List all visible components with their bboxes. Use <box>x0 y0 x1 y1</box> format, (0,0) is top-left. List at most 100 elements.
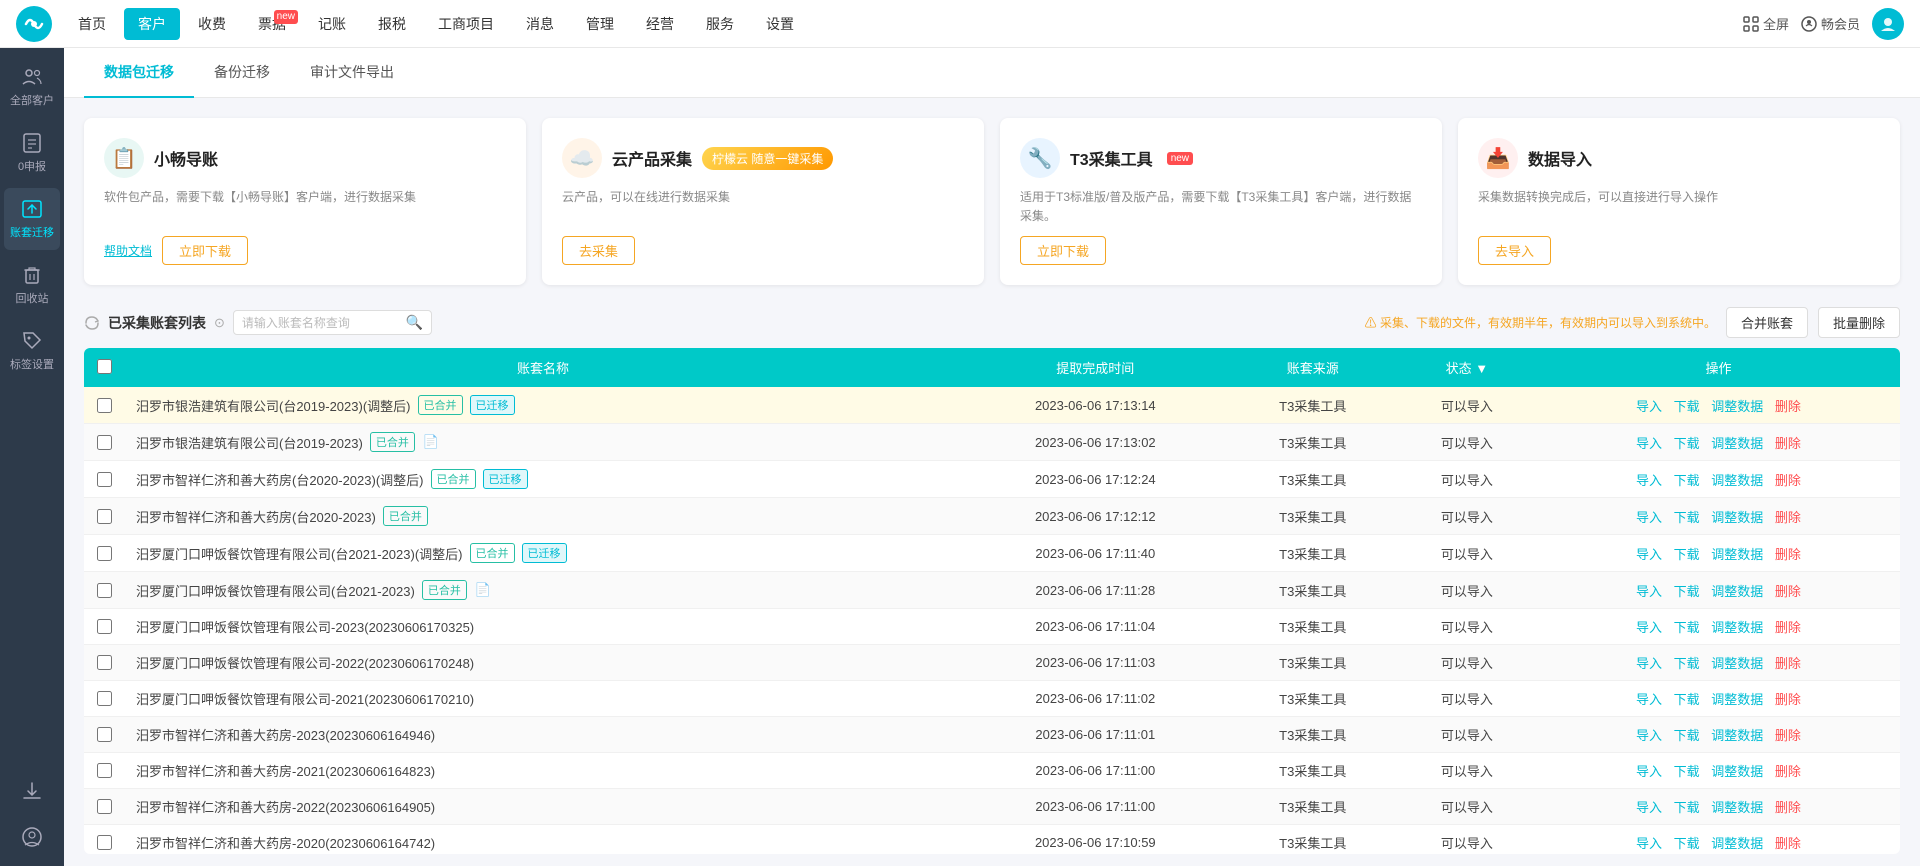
row-checkbox[interactable] <box>97 835 112 850</box>
download-button[interactable]: 下载 <box>1674 836 1700 851</box>
card-promo-2[interactable]: 柠檬云 随意一键采集 <box>702 147 833 170</box>
import-button[interactable]: 导入 <box>1636 399 1662 414</box>
nav-item-customer[interactable]: 客户 <box>124 8 180 40</box>
nav-item-home[interactable]: 首页 <box>64 8 120 40</box>
download-button[interactable]: 下载 <box>1674 764 1700 779</box>
nav-item-message[interactable]: 消息 <box>512 8 568 40</box>
search-icon[interactable]: 🔍 <box>406 314 423 331</box>
sidebar-item-account-transfer[interactable]: 账套迁移 <box>4 188 60 250</box>
download-button[interactable]: 下载 <box>1674 800 1700 815</box>
card-btn-import-4[interactable]: 去导入 <box>1478 236 1551 265</box>
adjust-button[interactable]: 调整数据 <box>1711 547 1763 562</box>
row-checkbox[interactable] <box>97 799 112 814</box>
sidebar-item-all-customers[interactable]: 全部客户 <box>4 56 60 118</box>
nav-item-operation[interactable]: 经营 <box>632 8 688 40</box>
delete-button[interactable]: 删除 <box>1775 620 1801 635</box>
download-button[interactable]: 下载 <box>1674 547 1700 562</box>
doc-icon[interactable]: 📄 <box>423 434 439 450</box>
delete-button[interactable]: 删除 <box>1775 692 1801 707</box>
sidebar-item-download[interactable] <box>4 770 60 812</box>
sidebar-item-user[interactable] <box>4 816 60 858</box>
delete-button[interactable]: 删除 <box>1775 510 1801 525</box>
adjust-button[interactable]: 调整数据 <box>1711 764 1763 779</box>
row-checkbox[interactable] <box>97 763 112 778</box>
import-button[interactable]: 导入 <box>1636 800 1662 815</box>
adjust-button[interactable]: 调整数据 <box>1711 836 1763 851</box>
nav-item-tax[interactable]: 报税 <box>364 8 420 40</box>
tab-audit-export[interactable]: 审计文件导出 <box>290 48 414 98</box>
row-checkbox[interactable] <box>97 472 112 487</box>
download-button[interactable]: 下载 <box>1674 692 1700 707</box>
row-checkbox[interactable] <box>97 691 112 706</box>
delete-button[interactable]: 删除 <box>1775 473 1801 488</box>
download-button[interactable]: 下载 <box>1674 510 1700 525</box>
delete-button[interactable]: 删除 <box>1775 728 1801 743</box>
adjust-button[interactable]: 调整数据 <box>1711 584 1763 599</box>
nav-item-settings[interactable]: 设置 <box>752 8 808 40</box>
nav-item-fee[interactable]: 收费 <box>184 8 240 40</box>
download-button[interactable]: 下载 <box>1674 473 1700 488</box>
download-button[interactable]: 下载 <box>1674 584 1700 599</box>
adjust-button[interactable]: 调整数据 <box>1711 800 1763 815</box>
adjust-button[interactable]: 调整数据 <box>1711 620 1763 635</box>
adjust-button[interactable]: 调整数据 <box>1711 399 1763 414</box>
delete-button[interactable]: 删除 <box>1775 584 1801 599</box>
delete-button[interactable]: 删除 <box>1775 836 1801 851</box>
fullscreen-button[interactable]: 全屏 <box>1743 14 1789 33</box>
nav-item-business[interactable]: 工商项目 <box>424 8 508 40</box>
delete-button[interactable]: 删除 <box>1775 436 1801 451</box>
card-btn-download-3[interactable]: 立即下载 <box>1020 236 1106 265</box>
sidebar-item-recycle[interactable]: 回收站 <box>4 254 60 316</box>
delete-button[interactable]: 删除 <box>1775 656 1801 671</box>
adjust-button[interactable]: 调整数据 <box>1711 510 1763 525</box>
adjust-button[interactable]: 调整数据 <box>1711 436 1763 451</box>
delete-button[interactable]: 删除 <box>1775 800 1801 815</box>
sidebar-item-tag-settings[interactable]: 标签设置 <box>4 320 60 382</box>
row-checkbox[interactable] <box>97 546 112 561</box>
delete-button[interactable]: 删除 <box>1775 399 1801 414</box>
nav-item-accounting[interactable]: 记账 <box>304 8 360 40</box>
adjust-button[interactable]: 调整数据 <box>1711 473 1763 488</box>
import-button[interactable]: 导入 <box>1636 764 1662 779</box>
adjust-button[interactable]: 调整数据 <box>1711 692 1763 707</box>
card-btn-collect-2[interactable]: 去采集 <box>562 236 635 265</box>
import-button[interactable]: 导入 <box>1636 584 1662 599</box>
download-button[interactable]: 下载 <box>1674 656 1700 671</box>
tab-backup-migration[interactable]: 备份迁移 <box>194 48 290 98</box>
row-checkbox[interactable] <box>97 727 112 742</box>
nav-item-invoice[interactable]: 票据new <box>244 8 300 40</box>
delete-button[interactable]: 删除 <box>1775 547 1801 562</box>
import-button[interactable]: 导入 <box>1636 473 1662 488</box>
import-button[interactable]: 导入 <box>1636 620 1662 635</box>
tab-data-migration[interactable]: 数据包迁移 <box>84 48 194 98</box>
row-checkbox[interactable] <box>97 398 112 413</box>
import-button[interactable]: 导入 <box>1636 436 1662 451</box>
member-button[interactable]: 畅会员 <box>1801 14 1860 33</box>
refresh-icon[interactable] <box>84 315 100 331</box>
col-status[interactable]: 状态 ▼ <box>1397 348 1537 387</box>
nav-item-manage[interactable]: 管理 <box>572 8 628 40</box>
card-link-help-1[interactable]: 帮助文档 <box>104 242 152 259</box>
download-button[interactable]: 下载 <box>1674 620 1700 635</box>
import-button[interactable]: 导入 <box>1636 728 1662 743</box>
download-button[interactable]: 下载 <box>1674 436 1700 451</box>
avatar[interactable] <box>1872 8 1904 40</box>
batch-delete-button[interactable]: 批量删除 <box>1818 307 1900 338</box>
nav-item-service[interactable]: 服务 <box>692 8 748 40</box>
doc-icon[interactable]: 📄 <box>475 582 491 598</box>
download-button[interactable]: 下载 <box>1674 399 1700 414</box>
import-button[interactable]: 导入 <box>1636 547 1662 562</box>
sidebar-item-zero-report[interactable]: 0申报 <box>4 122 60 184</box>
card-btn-download-1[interactable]: 立即下载 <box>162 236 248 265</box>
help-icon[interactable]: ⊙ <box>214 315 225 331</box>
app-logo[interactable] <box>16 6 52 42</box>
row-checkbox[interactable] <box>97 655 112 670</box>
import-button[interactable]: 导入 <box>1636 656 1662 671</box>
row-checkbox[interactable] <box>97 619 112 634</box>
row-checkbox[interactable] <box>97 583 112 598</box>
delete-button[interactable]: 删除 <box>1775 764 1801 779</box>
download-button[interactable]: 下载 <box>1674 728 1700 743</box>
import-button[interactable]: 导入 <box>1636 510 1662 525</box>
row-checkbox[interactable] <box>97 509 112 524</box>
search-input[interactable] <box>242 316 402 330</box>
